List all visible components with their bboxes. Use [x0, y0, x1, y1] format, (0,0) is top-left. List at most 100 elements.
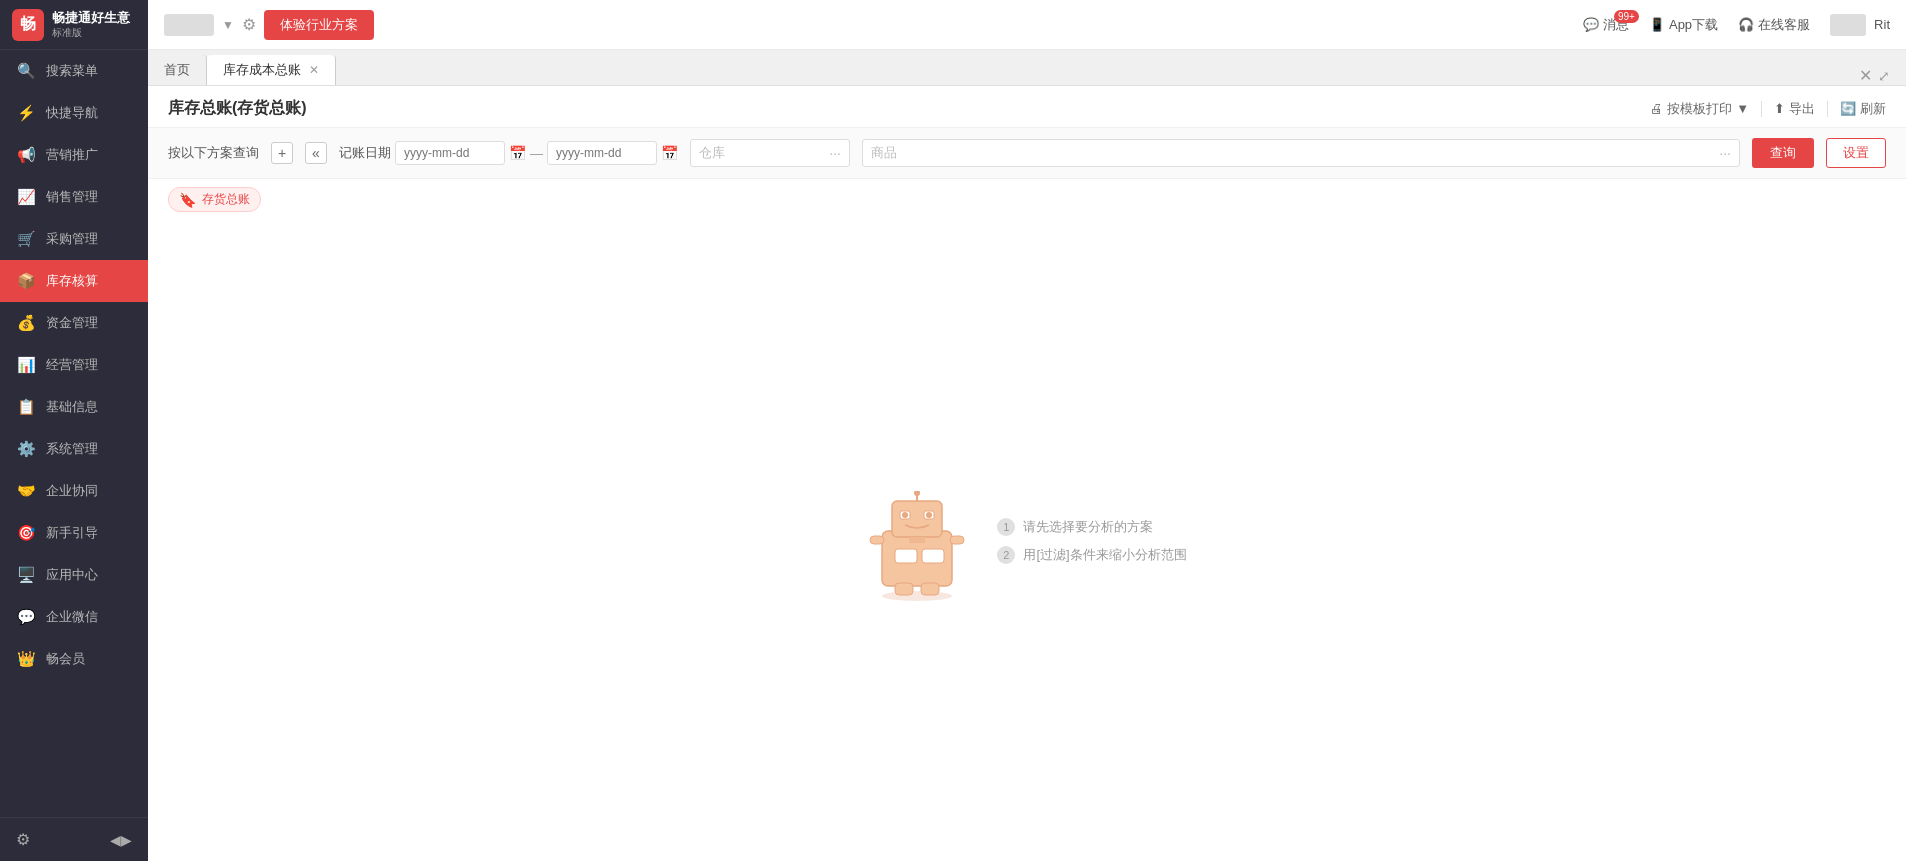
sidebar-item-wechat[interactable]: 💬 企业微信: [0, 596, 148, 638]
sidebar-item-enterprise[interactable]: 🤝 企业协同: [0, 470, 148, 512]
sidebar-item-guide[interactable]: 🎯 新手引导: [0, 512, 148, 554]
print-button[interactable]: 🖨 按模板打印 ▼: [1650, 100, 1749, 118]
tip-text-2: 用[过滤]条件来缩小分析范围: [1023, 546, 1186, 564]
topbar-gear-icon[interactable]: ⚙: [242, 15, 256, 34]
filter-collapse-button[interactable]: «: [305, 142, 327, 164]
sidebar-item-label: 基础信息: [46, 398, 98, 416]
wechat-icon: 💬: [16, 607, 36, 627]
date-filter-group: 记账日期 📅 — 📅: [339, 141, 678, 165]
sidebar-item-label: 经营管理: [46, 356, 98, 374]
content-header: 库存总账(存货总账) 🖨 按模板打印 ▼ ⬆ 导出 🔄 刷新: [148, 86, 1906, 128]
trial-button[interactable]: 体验行业方案: [264, 10, 374, 40]
sidebar-item-inventory[interactable]: 📦 库存核算: [0, 260, 148, 302]
marketing-icon: 📢: [16, 145, 36, 165]
search-icon: 🔍: [16, 61, 36, 81]
svg-point-8: [914, 491, 920, 496]
tip-num-1: 1: [997, 518, 1015, 536]
sidebar-item-quick-nav[interactable]: ⚡ 快捷导航: [0, 92, 148, 134]
sidebar-item-label: 采购管理: [46, 230, 98, 248]
sales-icon: 📈: [16, 187, 36, 207]
export-label: 导出: [1789, 100, 1815, 118]
tab-close-button[interactable]: ✕: [309, 63, 319, 77]
sidebar-item-finance[interactable]: 💰 资金管理: [0, 302, 148, 344]
panel-expand-icon[interactable]: ⤢: [1878, 68, 1890, 84]
user-info[interactable]: Rit: [1830, 14, 1890, 36]
goods-more-icon: ···: [1719, 145, 1731, 161]
date-end-icon[interactable]: 📅: [661, 145, 678, 161]
sidebar-menu: 🔍 搜索菜单 ⚡ 快捷导航 📢 营销推广 📈 销售管理 🛒 采购管理 📦 库存核…: [0, 50, 148, 817]
app-download-button[interactable]: 📱 App下载: [1649, 16, 1718, 34]
warehouse-placeholder: 仓库: [699, 144, 823, 162]
print-icon: 🖨: [1650, 101, 1663, 116]
topbar-right: 💬 消息 99+ 📱 App下载 🎧 在线客服 Rit: [1583, 14, 1890, 36]
sidebar-item-label: 系统管理: [46, 440, 98, 458]
app-download-icon: 📱: [1649, 17, 1665, 32]
tab-home-label: 首页: [164, 61, 190, 79]
system-icon: ⚙️: [16, 439, 36, 459]
scheme-tag[interactable]: 🔖 存货总账: [168, 187, 261, 212]
empty-illustration: [867, 491, 967, 591]
sidebar-footer: ⚙ ◀▶: [0, 817, 148, 861]
finance-icon: 💰: [16, 313, 36, 333]
user-name: Rit: [1874, 17, 1890, 32]
sidebar: 畅 畅捷通好生意 标准版 🔍 搜索菜单 ⚡ 快捷导航 📢 营销推广 📈 销售管理…: [0, 0, 148, 861]
settings-icon[interactable]: ⚙: [16, 830, 30, 849]
sidebar-item-purchase[interactable]: 🛒 采购管理: [0, 218, 148, 260]
empty-tip-2: 2 用[过滤]条件来缩小分析范围: [997, 546, 1186, 564]
online-service-button[interactable]: 🎧 在线客服: [1738, 16, 1810, 34]
svg-point-5: [902, 512, 908, 518]
sidebar-item-sales[interactable]: 📈 销售管理: [0, 176, 148, 218]
sidebar-item-marketing[interactable]: 📢 营销推广: [0, 134, 148, 176]
date-start-icon[interactable]: 📅: [509, 145, 526, 161]
date-end-input[interactable]: [547, 141, 657, 165]
svg-rect-2: [892, 501, 942, 537]
warehouse-selector[interactable]: 仓库 ···: [690, 139, 850, 167]
tip-num-2: 2: [997, 546, 1015, 564]
appstore-icon: 🖥️: [16, 565, 36, 585]
sidebar-item-operation[interactable]: 📊 经营管理: [0, 344, 148, 386]
purchase-icon: 🛒: [16, 229, 36, 249]
refresh-button[interactable]: 🔄 刷新: [1840, 100, 1886, 118]
sidebar-item-label: 畅会员: [46, 650, 85, 668]
tip-text-1: 请先选择要分析的方案: [1023, 518, 1153, 536]
sidebar-logo: 畅 畅捷通好生意 标准版: [0, 0, 148, 50]
empty-tip-1: 1 请先选择要分析的方案: [997, 518, 1186, 536]
filter-add-button[interactable]: +: [271, 142, 293, 164]
sidebar-item-member[interactable]: 👑 畅会员: [0, 638, 148, 680]
sidebar-item-basic[interactable]: 📋 基础信息: [0, 386, 148, 428]
sidebar-item-label: 快捷导航: [46, 104, 98, 122]
app-edition: 标准版: [52, 26, 130, 39]
empty-tips: 1 请先选择要分析的方案 2 用[过滤]条件来缩小分析范围: [997, 518, 1186, 564]
sidebar-item-label: 搜索菜单: [46, 62, 98, 80]
svg-rect-12: [870, 536, 884, 544]
online-service-label: 在线客服: [1758, 16, 1810, 34]
export-button[interactable]: ⬆ 导出: [1774, 100, 1815, 118]
tab-home[interactable]: 首页: [148, 55, 207, 85]
sidebar-item-appstore[interactable]: 🖥️ 应用中心: [0, 554, 148, 596]
sidebar-item-label: 新手引导: [46, 524, 98, 542]
tab-panel-close-area: ✕ ⤢: [1859, 66, 1906, 85]
app-download-label: App下载: [1669, 16, 1718, 34]
topbar-dropdown-arrow[interactable]: ▼: [222, 18, 234, 32]
sidebar-item-search[interactable]: 🔍 搜索菜单: [0, 50, 148, 92]
sidebar-item-label: 资金管理: [46, 314, 98, 332]
svg-point-0: [882, 591, 952, 601]
panel-close-icon[interactable]: ✕: [1859, 66, 1872, 85]
sidebar-item-label: 企业微信: [46, 608, 98, 626]
goods-selector[interactable]: 商品 ···: [862, 139, 1740, 167]
tab-inventory-cost-label: 库存成本总账: [223, 61, 301, 79]
sidebar-item-system[interactable]: ⚙️ 系统管理: [0, 428, 148, 470]
svg-rect-13: [950, 536, 964, 544]
date-start-input[interactable]: [395, 141, 505, 165]
message-icon: 💬: [1583, 17, 1599, 32]
tab-inventory-cost[interactable]: 库存成本总账 ✕: [207, 55, 336, 85]
print-dropdown-icon: ▼: [1736, 101, 1749, 116]
sidebar-toggle-icon[interactable]: ◀▶: [110, 832, 132, 848]
message-button[interactable]: 💬 消息 99+: [1583, 16, 1629, 34]
svg-rect-14: [895, 583, 913, 595]
svg-point-6: [926, 512, 932, 518]
query-button[interactable]: 查询: [1752, 138, 1814, 168]
main-area: ▼ ⚙ 体验行业方案 💬 消息 99+ 📱 App下载 🎧 在线客服 Rit: [148, 0, 1906, 861]
settings-button[interactable]: 设置: [1826, 138, 1886, 168]
operation-icon: 📊: [16, 355, 36, 375]
